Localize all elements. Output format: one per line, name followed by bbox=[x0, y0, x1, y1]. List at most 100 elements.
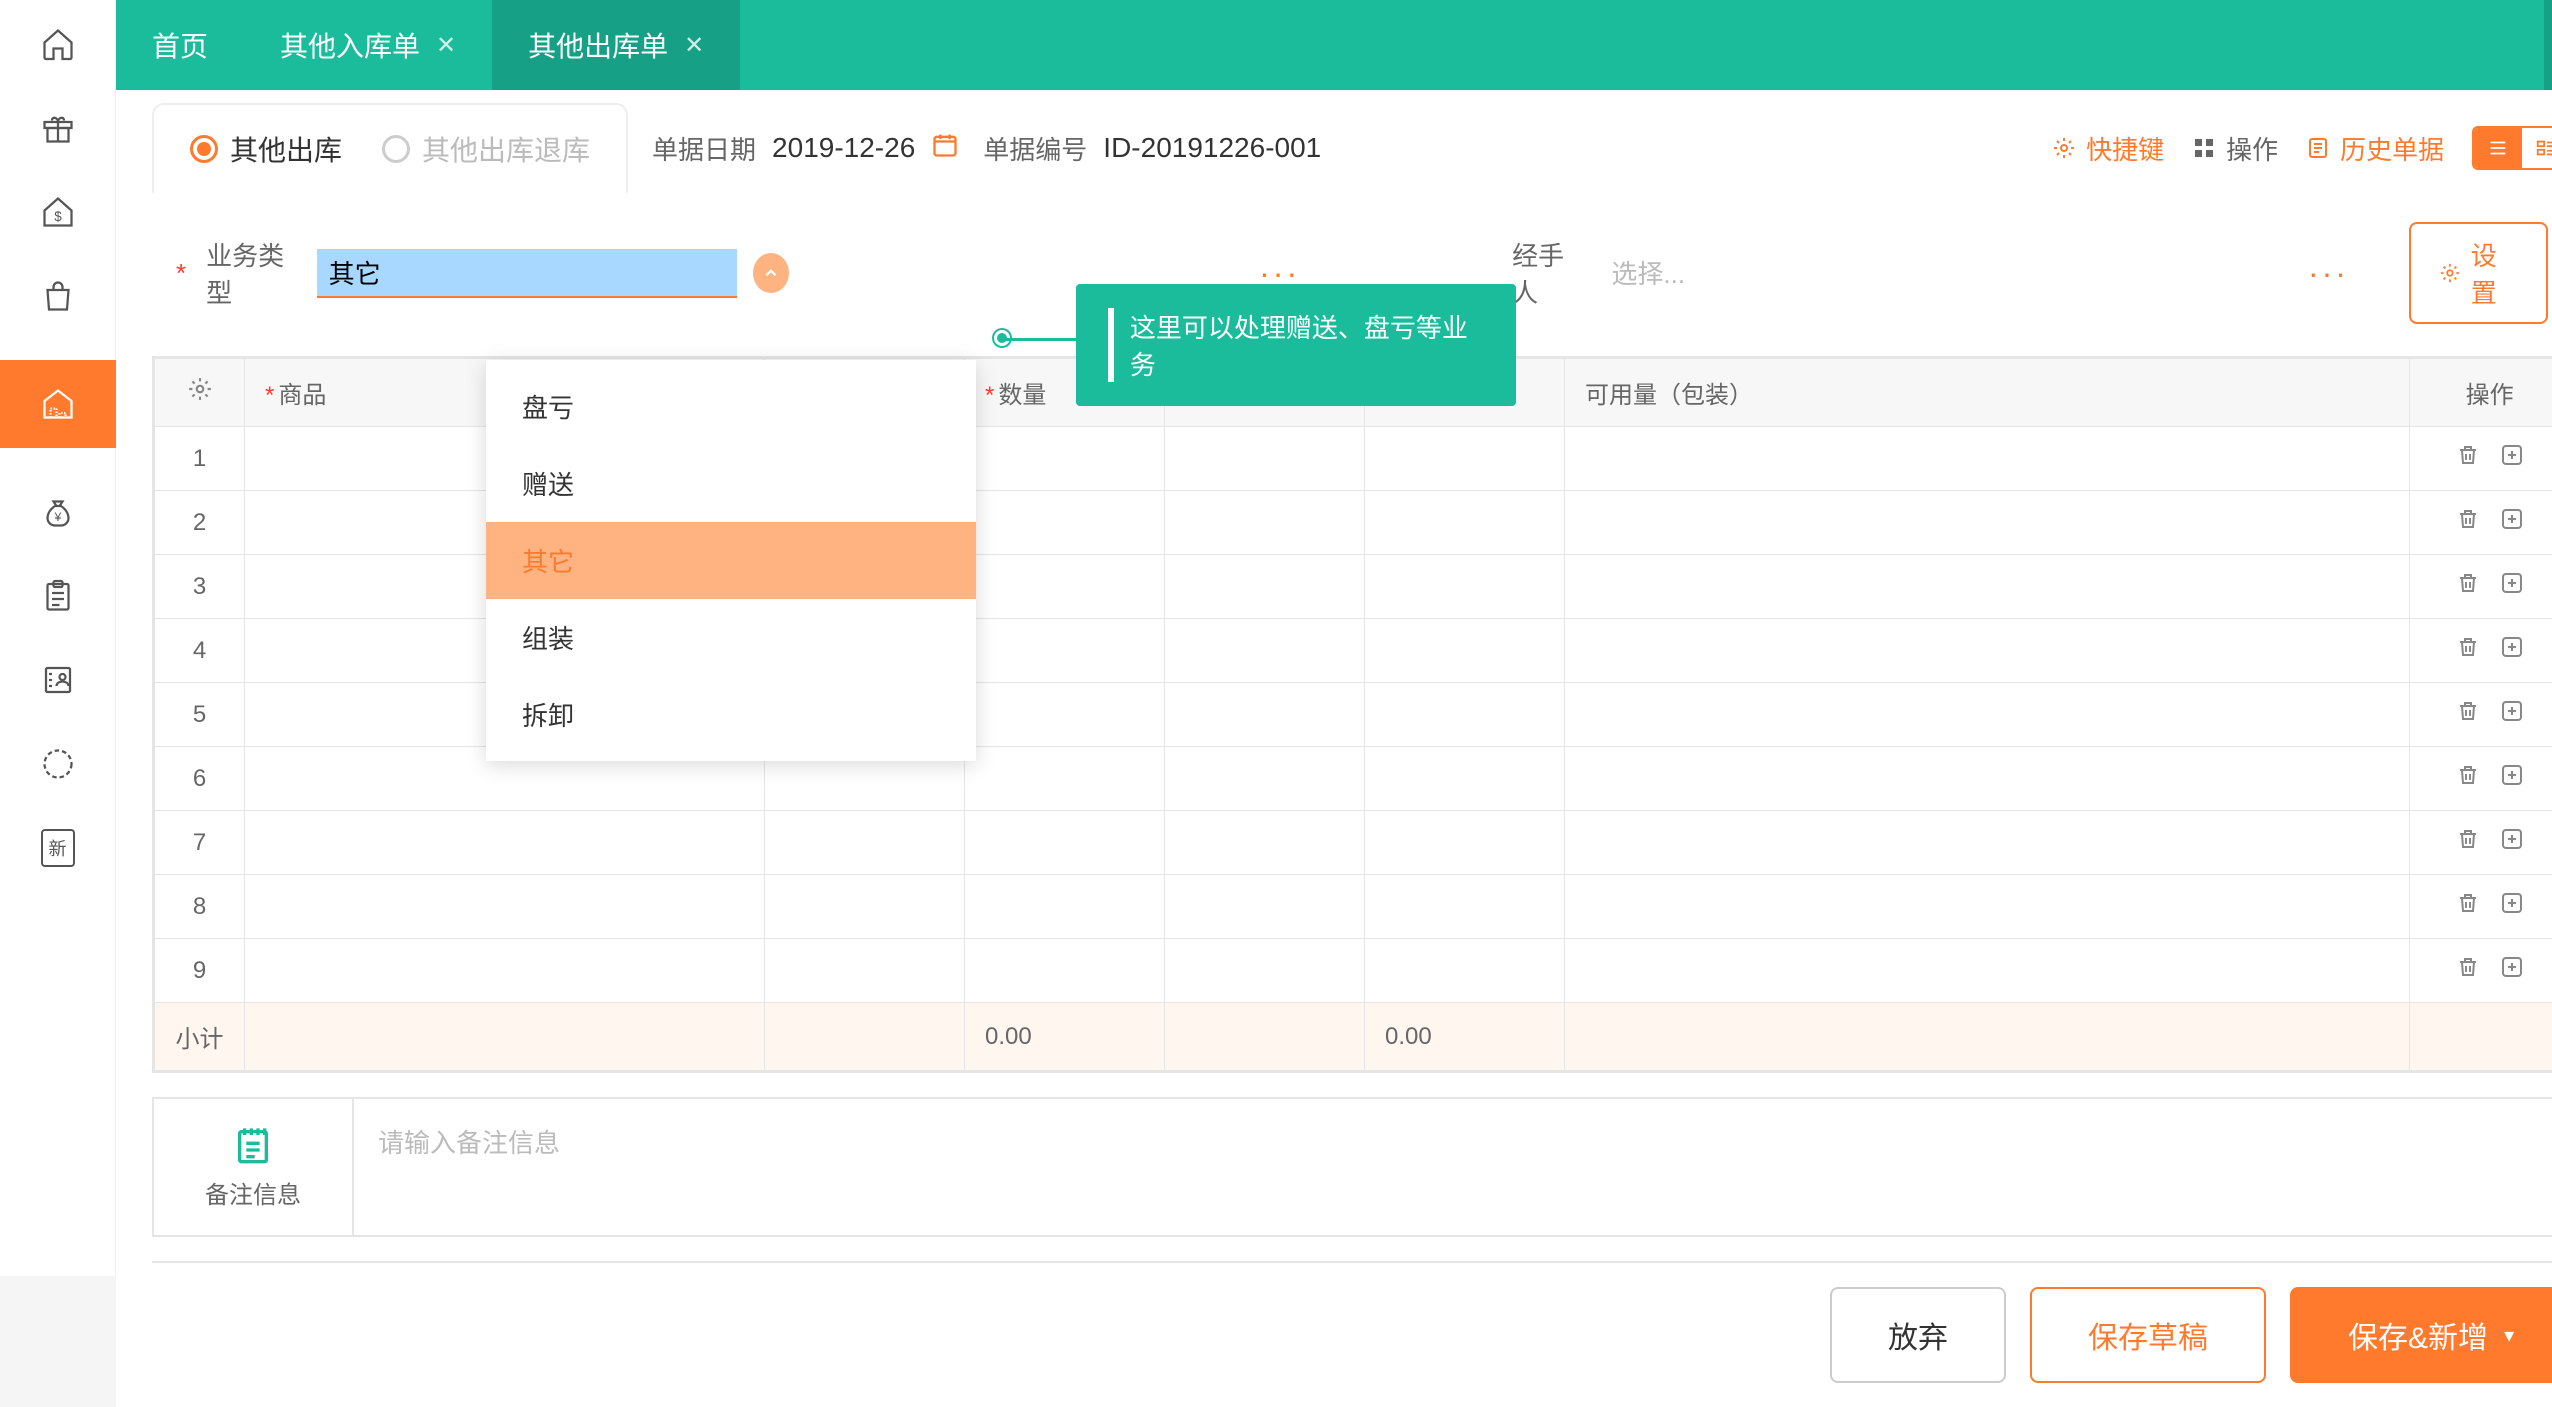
tab-other-out[interactable]: 其他出库单✕ bbox=[492, 0, 740, 90]
chevron-up-icon[interactable] bbox=[753, 253, 789, 293]
cell-product[interactable] bbox=[245, 875, 765, 939]
tab-other-in[interactable]: 其他入库单✕ bbox=[244, 0, 492, 90]
add-row-icon[interactable] bbox=[2500, 763, 2524, 794]
nav-money-bag-icon[interactable]: ¥ bbox=[38, 492, 78, 532]
cell-unit[interactable] bbox=[765, 939, 965, 1003]
add-row-icon[interactable] bbox=[2500, 699, 2524, 730]
row-number: 2 bbox=[155, 491, 245, 555]
table-row[interactable]: 7 bbox=[155, 811, 2552, 875]
radio-other-out[interactable]: 其他出库 bbox=[190, 129, 342, 169]
cell-price[interactable] bbox=[1165, 683, 1365, 747]
nav-home-icon[interactable] bbox=[38, 24, 78, 64]
nav-warehouse-icon[interactable] bbox=[0, 360, 116, 448]
add-row-icon[interactable] bbox=[2500, 507, 2524, 538]
cell-qty[interactable] bbox=[965, 491, 1165, 555]
remarks-input[interactable] bbox=[354, 1099, 2552, 1235]
cell-amount[interactable] bbox=[1365, 619, 1565, 683]
add-row-icon[interactable] bbox=[2500, 891, 2524, 922]
delete-row-icon[interactable] bbox=[2456, 763, 2480, 794]
add-row-icon[interactable] bbox=[2500, 571, 2524, 602]
delete-row-icon[interactable] bbox=[2456, 955, 2480, 986]
calendar-icon[interactable] bbox=[931, 131, 959, 166]
row-number: 1 bbox=[155, 427, 245, 491]
row-number: 6 bbox=[155, 747, 245, 811]
cell-unit[interactable] bbox=[765, 875, 965, 939]
table-row[interactable]: 8 bbox=[155, 875, 2552, 939]
delete-row-icon[interactable] bbox=[2456, 571, 2480, 602]
save-draft-button[interactable]: 保存草稿 bbox=[2030, 1287, 2266, 1383]
nav-new-icon[interactable]: 新 bbox=[38, 828, 78, 868]
cell-amount[interactable] bbox=[1365, 683, 1565, 747]
cell-price[interactable] bbox=[1165, 939, 1365, 1003]
close-icon[interactable]: ✕ bbox=[684, 31, 704, 60]
nav-bag-icon[interactable] bbox=[38, 276, 78, 316]
biz-type-input[interactable] bbox=[317, 249, 737, 298]
app-close-button[interactable]: ✕ bbox=[2544, 0, 2552, 90]
cell-qty[interactable] bbox=[965, 555, 1165, 619]
cell-amount[interactable] bbox=[1365, 939, 1565, 1003]
add-row-icon[interactable] bbox=[2500, 827, 2524, 858]
cell-qty[interactable] bbox=[965, 811, 1165, 875]
cell-amount[interactable] bbox=[1365, 555, 1565, 619]
cell-amount[interactable] bbox=[1365, 491, 1565, 555]
table-row[interactable]: 9 bbox=[155, 939, 2552, 1003]
add-row-icon[interactable] bbox=[2500, 443, 2524, 474]
cell-qty[interactable] bbox=[965, 747, 1165, 811]
delete-row-icon[interactable] bbox=[2456, 635, 2480, 666]
more-button-2[interactable]: ··· bbox=[2308, 255, 2349, 292]
cell-price[interactable] bbox=[1165, 619, 1365, 683]
nav-contacts-icon[interactable] bbox=[38, 660, 78, 700]
dropdown-item[interactable]: 其它 bbox=[486, 522, 976, 599]
cell-qty[interactable] bbox=[965, 427, 1165, 491]
radio-other-out-return[interactable]: 其他出库退库 bbox=[382, 129, 590, 169]
doc-date-value[interactable]: 2019-12-26 bbox=[772, 132, 915, 164]
tab-home[interactable]: 首页 bbox=[116, 0, 244, 90]
cell-qty[interactable] bbox=[965, 939, 1165, 1003]
cell-price[interactable] bbox=[1165, 491, 1365, 555]
cell-qty[interactable] bbox=[965, 619, 1165, 683]
save-new-button[interactable]: 保存&新增 ▾ bbox=[2290, 1287, 2552, 1383]
cell-price[interactable] bbox=[1165, 811, 1365, 875]
cell-action bbox=[2410, 491, 2552, 555]
dropdown-item[interactable]: 组装 bbox=[486, 599, 976, 676]
cell-qty[interactable] bbox=[965, 875, 1165, 939]
delete-row-icon[interactable] bbox=[2456, 699, 2480, 730]
cell-amount[interactable] bbox=[1365, 427, 1565, 491]
th-avail: 可用量（包装） bbox=[1565, 359, 2410, 427]
add-row-icon[interactable] bbox=[2500, 955, 2524, 986]
cell-amount[interactable] bbox=[1365, 811, 1565, 875]
history-button[interactable]: 历史单据 bbox=[2306, 130, 2444, 167]
delete-row-icon[interactable] bbox=[2456, 507, 2480, 538]
cell-price[interactable] bbox=[1165, 555, 1365, 619]
cell-amount[interactable] bbox=[1365, 875, 1565, 939]
cell-qty[interactable] bbox=[965, 683, 1165, 747]
shortcut-button[interactable]: 快捷键 bbox=[2052, 130, 2164, 167]
cell-unit[interactable] bbox=[765, 811, 965, 875]
operate-button[interactable]: 操作 bbox=[2192, 130, 2278, 167]
delete-row-icon[interactable] bbox=[2456, 891, 2480, 922]
delete-row-icon[interactable] bbox=[2456, 443, 2480, 474]
handler-input[interactable]: 选择... bbox=[1599, 246, 1930, 301]
cell-price[interactable] bbox=[1165, 747, 1365, 811]
dropdown-item[interactable]: 赠送 bbox=[486, 445, 976, 522]
nav-gift-icon[interactable] bbox=[38, 108, 78, 148]
cell-product[interactable] bbox=[245, 811, 765, 875]
dropdown-item[interactable]: 拆卸 bbox=[486, 676, 976, 753]
cell-price[interactable] bbox=[1165, 427, 1365, 491]
table-gear-header[interactable] bbox=[155, 359, 245, 427]
close-icon[interactable]: ✕ bbox=[436, 31, 456, 60]
cell-amount[interactable] bbox=[1365, 747, 1565, 811]
nav-clipboard-icon[interactable] bbox=[38, 576, 78, 616]
nav-sync-icon[interactable] bbox=[38, 744, 78, 784]
row-number: 9 bbox=[155, 939, 245, 1003]
delete-row-icon[interactable] bbox=[2456, 827, 2480, 858]
add-row-icon[interactable] bbox=[2500, 635, 2524, 666]
view-card-button[interactable] bbox=[2522, 128, 2552, 168]
view-list-button[interactable] bbox=[2474, 128, 2522, 168]
discard-button[interactable]: 放弃 bbox=[1830, 1287, 2006, 1383]
cell-product[interactable] bbox=[245, 939, 765, 1003]
nav-house-dollar-icon[interactable]: $ bbox=[38, 192, 78, 232]
cell-price[interactable] bbox=[1165, 875, 1365, 939]
settings-button[interactable]: 设置 bbox=[2409, 222, 2548, 324]
dropdown-item[interactable]: 盘亏 bbox=[486, 368, 976, 445]
